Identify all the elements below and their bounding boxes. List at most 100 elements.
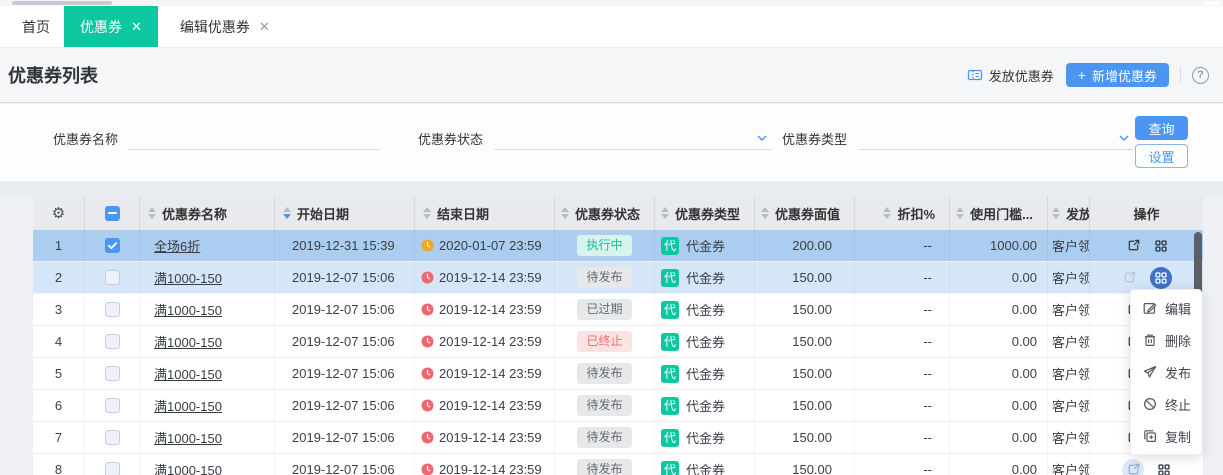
share-icon[interactable] [1126,238,1141,253]
filter-coupon-status: 优惠券状态 [418,130,772,150]
header-discount[interactable]: 折扣% [855,196,950,230]
table-row[interactable]: 2 满1000-150 2019-12-07 15:06 2019-12-14 23:… [33,262,1203,294]
sort-icon[interactable] [148,207,156,219]
header-threshold[interactable]: 使用门槛... [950,196,1048,230]
query-button[interactable]: 查询 [1135,116,1188,140]
header-end-date[interactable]: 结束日期 [415,196,555,230]
tab-home[interactable]: 首页 [8,6,64,47]
discount-cell: -- [855,294,950,325]
voucher-type-icon: 代 [661,428,679,447]
checkbox-unchecked[interactable] [104,430,120,445]
checkbox-unchecked[interactable] [104,462,120,475]
face-value-cell: 150.00 [755,454,855,475]
sort-icon[interactable] [1052,207,1060,219]
sort-icon[interactable] [661,207,669,219]
chevron-down-icon[interactable] [755,131,769,150]
discount-cell: -- [855,422,950,453]
settings-button[interactable]: 设置 [1135,144,1188,168]
gear-icon[interactable]: ⚙ [52,204,65,222]
row-actions-cell [1090,454,1203,475]
checkbox-unchecked[interactable] [104,398,120,413]
status-cell: 待发布 [555,422,655,453]
sort-icon[interactable] [760,207,769,219]
row-checkbox-cell [85,454,140,475]
grid-menu-icon[interactable] [1157,463,1171,475]
grid-menu-icon[interactable] [1149,266,1172,289]
row-number: 4 [33,326,85,357]
header-type[interactable]: 优惠券类型 [655,196,755,230]
column-settings-header[interactable]: ⚙ [33,196,85,230]
chevron-down-icon[interactable] [1117,131,1131,150]
table-row[interactable]: 5 满1000-150 2019-12-07 15:06 2019-12-14 23:… [33,358,1203,390]
clock-icon [421,431,434,444]
sort-icon[interactable] [283,207,291,219]
checkbox-unchecked[interactable] [104,334,120,349]
header-grant[interactable]: 发放 [1048,196,1090,230]
coupon-type-label: 优惠券类型 [782,132,848,147]
header-face-value[interactable]: 优惠券面值 [755,196,855,230]
coupon-admin-page: { "colors": { "accent_blue": "#4a96f2", … [0,0,1223,475]
checkbox-checked[interactable] [104,238,120,253]
checkbox-unchecked[interactable] [104,302,120,317]
horizontal-scrollbar-thumb[interactable] [12,1,112,5]
add-coupon-button[interactable]: + 新增优惠券 [1065,63,1169,87]
tab-coupon[interactable]: 优惠券 ✕ [64,6,158,47]
table-row[interactable]: 6 满1000-150 2019-12-07 15:06 2019-12-14 23:… [33,390,1203,422]
clock-icon [421,463,434,475]
header-coupon-name[interactable]: 优惠券名称 [140,196,275,230]
title-actions: 发放优惠券 + 新增优惠券 ? [967,63,1215,87]
status-badge: 待发布 [577,395,632,416]
table-row[interactable]: 3 满1000-150 2019-12-07 15:06 2019-12-14 23:… [33,294,1203,326]
start-date-cell: 2019-12-31 15:39 [275,230,415,261]
coupon-name-link[interactable]: 满1000-150 [154,364,222,383]
coupon-name-link[interactable]: 满1000-150 [154,268,222,287]
checkbox-indeterminate[interactable] [104,205,120,221]
coupon-table: ⚙ 优惠券名称 开始日期 结束日期 优惠券状态 优惠券类型 优惠券面值 折扣% … [33,196,1203,475]
header-start-date[interactable]: 开始日期 [275,196,415,230]
menu-label: 复制 [1165,429,1192,445]
grant-cell: 客户领 [1048,294,1090,325]
distribute-coupon-button[interactable]: 发放优惠券 [967,66,1054,85]
share-icon[interactable] [1122,270,1137,285]
sort-icon[interactable] [423,207,431,219]
clock-icon [421,303,434,316]
menu-item-copy[interactable]: 复制 [1131,420,1201,452]
coupon-name-link[interactable]: 满1000-150 [154,428,222,447]
sort-icon[interactable] [956,207,965,219]
end-date-cell: 2019-12-14 23:59 [415,454,555,475]
help-icon[interactable]: ? [1192,66,1209,84]
row-number: 2 [33,262,85,293]
menu-item-delete[interactable]: 删除 [1131,324,1201,356]
checkbox-unchecked[interactable] [104,366,120,381]
tab-bar: 首页 优惠券 ✕ 编辑优惠券 ✕ [0,6,1223,48]
checkbox-unchecked[interactable] [104,270,120,285]
sort-icon[interactable] [561,207,569,219]
coupon-name-link[interactable]: 满1000-150 [154,300,222,319]
coupon-name-link[interactable]: 满1000-150 [154,396,222,415]
table-row[interactable]: 8 满1000-150 2019-12-07 15:06 2019-12-14 23:… [33,454,1203,475]
coupon-name-link[interactable]: 满1000-150 [154,332,222,351]
close-icon[interactable]: ✕ [131,20,142,33]
table-row[interactable]: 7 满1000-150 2019-12-07 15:06 2019-12-14 23:… [33,422,1203,454]
discount-cell: -- [855,390,950,421]
menu-item-publish[interactable]: 发布 [1131,356,1201,388]
share-icon[interactable] [1122,458,1144,475]
edit-icon [1143,301,1157,315]
tab-edit-coupon[interactable]: 编辑优惠券 ✕ [166,6,284,47]
select-all-header[interactable] [85,196,140,230]
coupon-name-link[interactable]: 全场6折 [154,236,200,255]
coupon-name-link[interactable]: 满1000-150 [154,460,222,475]
clock-icon [421,335,434,348]
close-icon[interactable]: ✕ [259,20,270,33]
table-row[interactable]: 4 满1000-150 2019-12-07 15:06 2019-12-14 23:… [33,326,1203,358]
coupon-name-input[interactable] [129,130,380,148]
sort-icon[interactable] [883,207,892,219]
menu-item-terminate[interactable]: 终止 [1131,388,1201,420]
coupon-type-select[interactable] [858,130,1134,148]
header-status[interactable]: 优惠券状态 [555,196,655,230]
start-date-cell: 2019-12-07 15:06 [275,358,415,389]
grid-menu-icon[interactable] [1154,239,1168,253]
table-row[interactable]: 1 全场6折 2019-12-31 15:39 2020-01-07 23:59 执行中… [33,230,1203,262]
coupon-status-select[interactable] [494,130,772,148]
menu-item-edit[interactable]: 编辑 [1131,292,1201,324]
